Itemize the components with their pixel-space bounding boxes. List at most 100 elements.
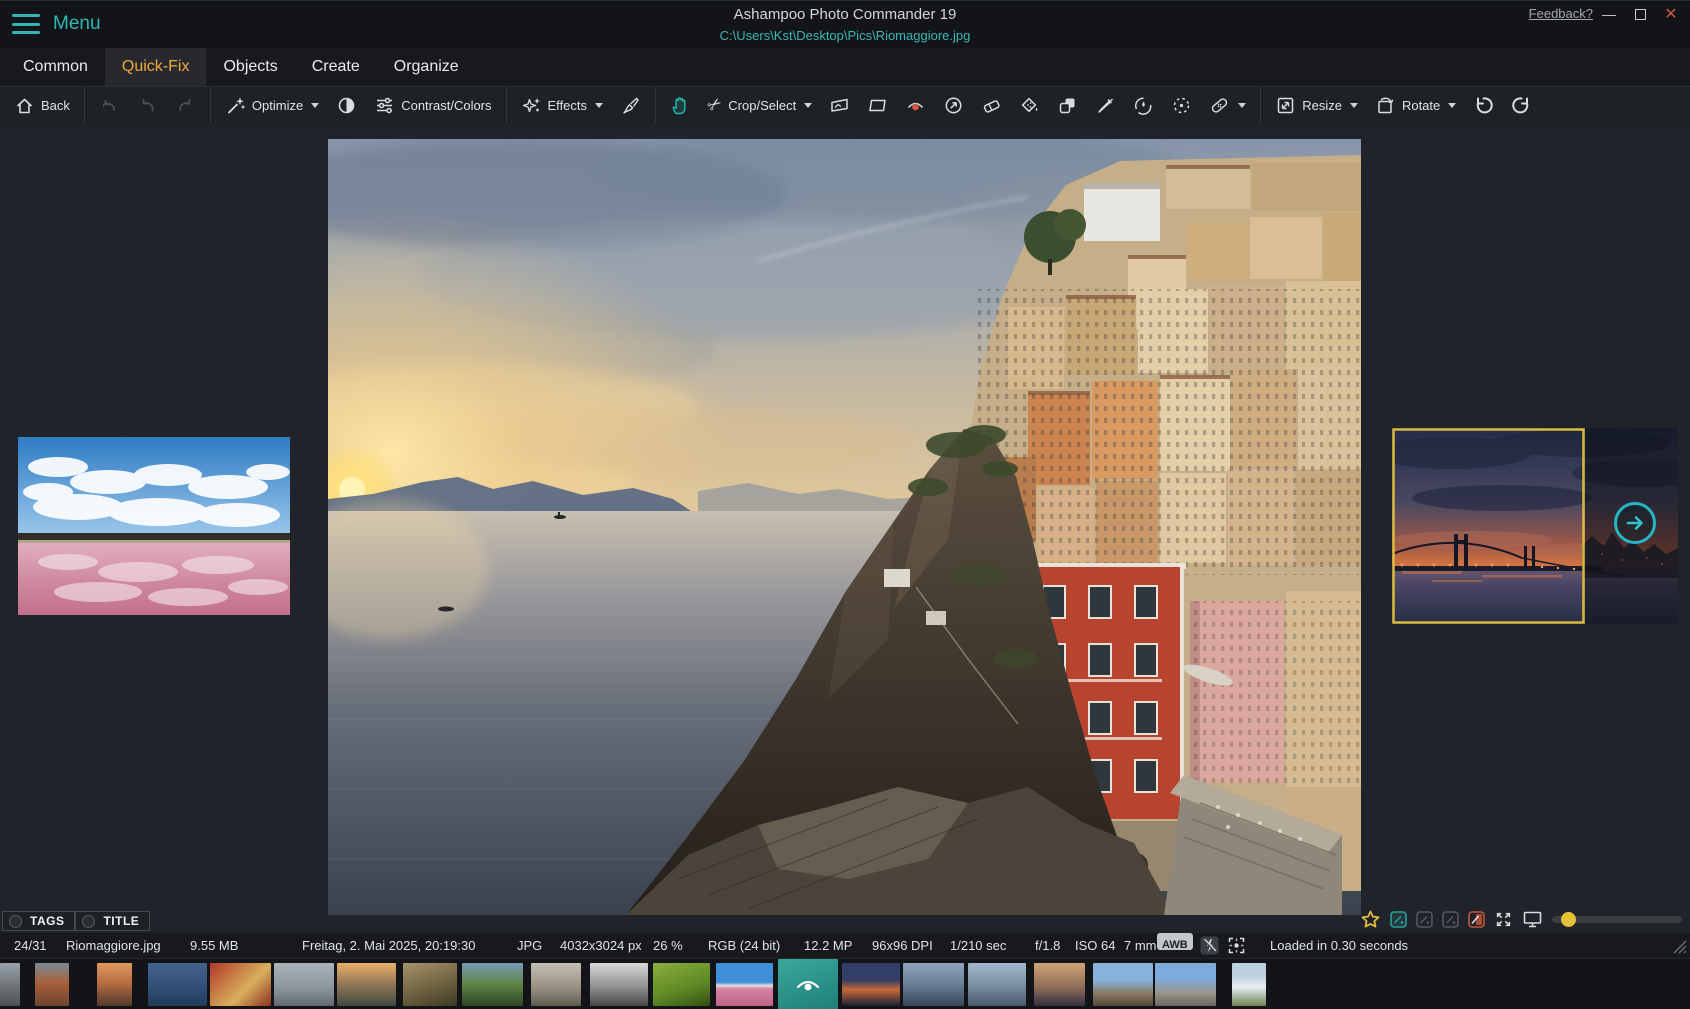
toolbar: Back Optimize Contrast/Col xyxy=(0,86,1690,123)
selection-circle-button[interactable] xyxy=(1164,92,1199,119)
smudge-button[interactable] xyxy=(1126,92,1161,119)
crop-select-button[interactable]: ✂ Crop/Select xyxy=(701,92,819,118)
filmstrip-thumb-ceramic-plates[interactable] xyxy=(210,963,271,1006)
status-image-index: 24/31 xyxy=(14,933,47,958)
zoom-slider-knob[interactable] xyxy=(1561,912,1576,927)
undo-all-button[interactable] xyxy=(92,92,127,119)
fill-button[interactable] xyxy=(1012,92,1047,119)
contrast-icon xyxy=(336,95,357,116)
minimize-button[interactable]: — xyxy=(1598,3,1620,25)
status-iso: ISO 64 xyxy=(1075,933,1115,958)
feedback-link[interactable]: Feedback? xyxy=(1529,6,1593,21)
status-format: JPG xyxy=(517,933,542,958)
main-photo-canvas[interactable] xyxy=(328,139,1361,915)
maximize-button[interactable] xyxy=(1629,3,1651,25)
auto-contrast-button[interactable] xyxy=(329,92,364,119)
resize-grip[interactable] xyxy=(1670,937,1687,954)
pan-tool-button[interactable] xyxy=(663,92,698,119)
tab-common[interactable]: Common xyxy=(6,48,105,86)
menu-button[interactable]: Menu xyxy=(12,13,101,35)
tags-toggle[interactable]: TAGS xyxy=(2,911,75,931)
rotate-free-button[interactable] xyxy=(936,92,971,119)
edit-mode-icon[interactable] xyxy=(1442,911,1459,928)
filmstrip-slot xyxy=(209,959,272,1009)
clone-stamp-icon xyxy=(1057,95,1078,116)
filmstrip-thumb-cathedral-bw[interactable] xyxy=(590,963,648,1006)
tab-organize[interactable]: Organize xyxy=(377,48,476,86)
filmstrip-thumb-nordic-houses[interactable] xyxy=(903,963,964,1006)
title-block: Ashampoo Photo Commander 19 C:\Users\Kst… xyxy=(400,6,1290,43)
back-button[interactable]: Back xyxy=(7,92,77,119)
fullscreen-icon[interactable] xyxy=(1494,910,1513,929)
filmstrip-thumb-waterfall-mountain[interactable] xyxy=(337,963,396,1006)
resize-button[interactable]: Resize xyxy=(1268,92,1365,119)
perspective-icon xyxy=(829,95,850,116)
filmstrip-thumb-palm-beach-sunset[interactable] xyxy=(1034,963,1085,1006)
dropdown-caret xyxy=(1350,103,1358,108)
delete-mode-icon[interactable] xyxy=(1468,911,1485,928)
status-aperture: f/1.8 xyxy=(1035,933,1060,958)
app-window: Menu Ashampoo Photo Commander 19 C:\User… xyxy=(0,0,1690,1009)
tab-objects[interactable]: Objects xyxy=(206,48,294,86)
next-image-preview[interactable] xyxy=(1392,428,1678,624)
edit-mode-icon[interactable] xyxy=(1416,911,1433,928)
zoom-slider[interactable] xyxy=(1552,916,1682,923)
status-exposure: 1/210 sec xyxy=(950,933,1006,958)
straighten-button[interactable] xyxy=(822,92,857,119)
filmstrip-thumb-red-rooftops[interactable] xyxy=(35,963,69,1006)
filmstrip-thumb-arena-sky[interactable] xyxy=(1093,963,1153,1006)
filmstrip-thumb-white-houses[interactable] xyxy=(531,963,581,1006)
filmstrip-thumb-tree-branches[interactable] xyxy=(403,963,457,1006)
rating-star-icon[interactable] xyxy=(1360,909,1381,930)
filmstrip-thumb-torii-gate[interactable] xyxy=(274,963,334,1006)
edit-mode-active-icon[interactable] xyxy=(1390,911,1407,928)
filmstrip-thumb-narrow-waterfall[interactable] xyxy=(1232,963,1266,1006)
filmstrip-thumb-town-mountain[interactable] xyxy=(0,963,20,1006)
draw-button[interactable] xyxy=(613,92,648,119)
undo-button[interactable] xyxy=(130,92,165,119)
dropdown-caret xyxy=(311,103,319,108)
close-button[interactable]: ✕ xyxy=(1660,3,1682,25)
redo-button[interactable] xyxy=(168,92,203,119)
rotate-cw-button[interactable] xyxy=(1504,92,1539,119)
title-toggle[interactable]: TITLE xyxy=(75,911,150,931)
retouch-button[interactable] xyxy=(1202,92,1253,119)
monitor-icon[interactable] xyxy=(1522,910,1543,929)
filmstrip-slot xyxy=(965,959,1028,1009)
rectangle-icon xyxy=(867,95,888,116)
filmstrip-slot xyxy=(902,959,965,1009)
clone-button[interactable] xyxy=(1050,92,1085,119)
undo-all-icon xyxy=(99,95,120,116)
sliders-icon xyxy=(374,95,395,116)
filmstrip-thumb-pink-lake[interactable] xyxy=(716,963,773,1006)
next-image-button[interactable] xyxy=(1614,502,1656,544)
tab-create[interactable]: Create xyxy=(295,48,377,86)
shape-tool-button[interactable] xyxy=(860,92,895,119)
effects-button[interactable]: Effects xyxy=(514,92,611,119)
filmstrip-thumb-lily-pads[interactable] xyxy=(653,963,710,1006)
dropdown-caret xyxy=(595,103,603,108)
rotate-ccw-button[interactable] xyxy=(1466,92,1501,119)
filmstrip-thumb-autumn-city[interactable] xyxy=(97,963,132,1006)
contrast-colors-button[interactable]: Contrast/Colors xyxy=(367,92,498,119)
filmstrip-thumb-lake-island-church[interactable] xyxy=(968,963,1026,1006)
filmstrip-slot xyxy=(335,959,398,1009)
pipette-button[interactable] xyxy=(1088,92,1123,119)
tab-quick-fix[interactable]: Quick-Fix xyxy=(105,48,207,86)
statusbar: 24/31 Riomaggiore.jpg 9.55 MB Freitag, 2… xyxy=(0,933,1690,958)
filmstrip-thumb-bay-bridge-sunset[interactable] xyxy=(842,963,900,1006)
filmstrip-slot xyxy=(398,959,461,1009)
filmstrip-thumb-harbor-houses[interactable] xyxy=(148,963,207,1006)
red-eye-button[interactable] xyxy=(898,92,933,119)
eraser-button[interactable] xyxy=(974,92,1009,119)
previous-image-preview[interactable] xyxy=(18,437,290,615)
rotate-ccw-icon xyxy=(1473,95,1494,116)
filmstrip-thumb-rocky-peaks[interactable] xyxy=(1155,963,1216,1006)
rotate-box-icon xyxy=(1375,95,1396,116)
filmstrip-thumb-green-valley[interactable] xyxy=(462,963,523,1006)
rotate-button[interactable]: Rotate xyxy=(1368,92,1463,119)
filmstrip-thumb-selected-riomaggiore-current[interactable] xyxy=(778,959,838,1009)
bandage-icon xyxy=(1209,95,1230,116)
optimize-button[interactable]: Optimize xyxy=(218,92,326,119)
white-balance-badge: AWB xyxy=(1157,933,1193,950)
